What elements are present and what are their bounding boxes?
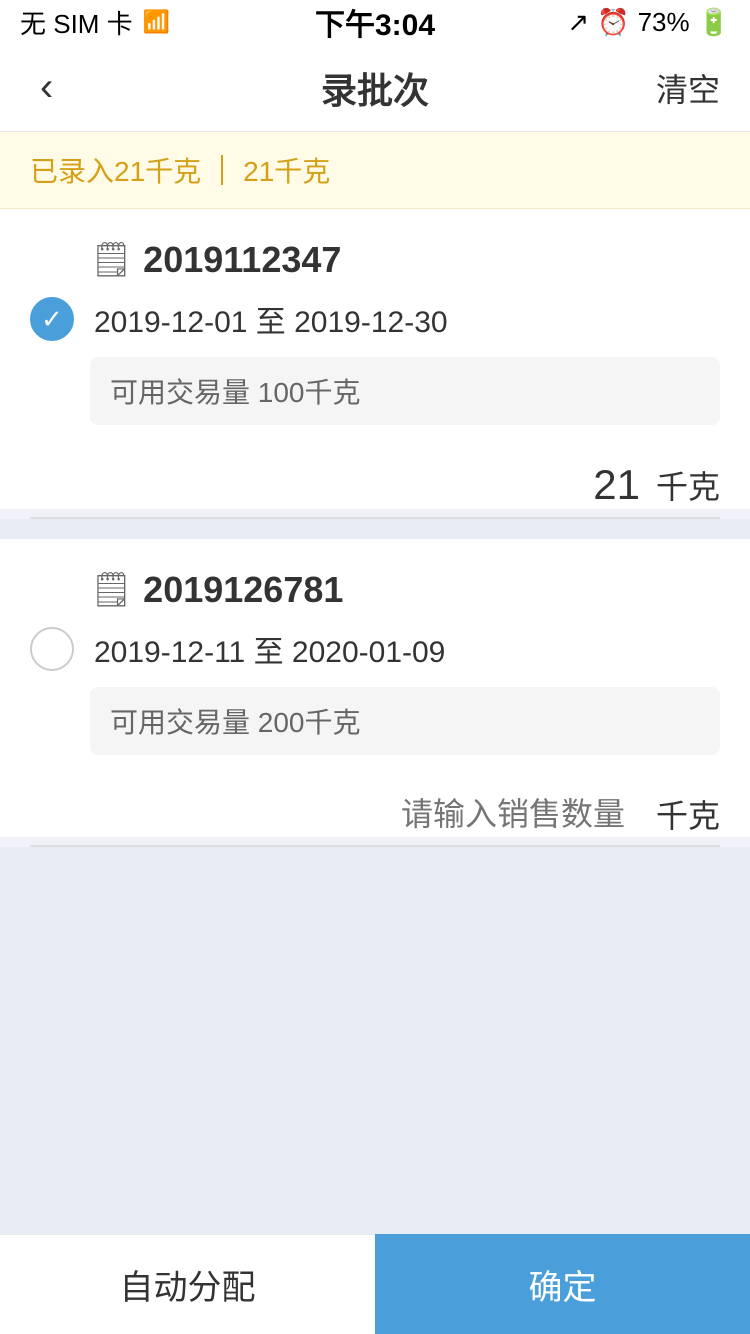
status-left: 无 SIM 卡 📶 [20,4,170,41]
batch1-icon: 🗒 [90,240,133,280]
status-right: ↗ ⏰ 73% 🔋 [567,7,730,38]
batch1-amount-value: 21 [593,461,640,509]
recorded-label: 已录入21千克 [30,150,201,190]
batch1-radio[interactable]: ✓ [30,297,74,341]
batch2-icon: 🗒 [90,570,133,610]
batch2-input-unit: 千克 [656,791,720,837]
nav-bar: ‹ 录批次 清空 [0,44,750,132]
batch2-row: 2019-12-11 至 2020-01-09 [30,627,720,671]
auto-distribute-button[interactable]: 自动分配 [0,1234,375,1334]
recorded-value: 21千克 [243,150,330,190]
batch-card-2: 🗒 2019126781 2019-12-11 至 2020-01-09 可用交… [0,539,750,775]
batch2-input-row: 千克 [0,775,750,837]
batch1-header: 🗒 2019112347 [30,239,720,281]
battery-icon: 🔋 [698,7,730,38]
info-banner: 已录入21千克 21千克 [0,132,750,209]
batch2-available: 可用交易量 200千克 [90,687,720,755]
bottom-bar: 自动分配 确定 [0,1234,750,1334]
banner-divider [221,155,223,185]
battery-text: 73% [638,7,690,38]
location-icon: ↗ [567,7,589,38]
batch2-date: 2019-12-11 至 2020-01-09 [94,627,445,671]
carrier-text: 无 SIM 卡 [20,4,133,41]
batch1-amount-unit: 千克 [656,462,720,508]
batch1-available: 可用交易量 100千克 [90,357,720,425]
batch2-radio[interactable] [30,627,74,671]
batch2-header: 🗒 2019126781 [30,569,720,611]
status-time: 下午3:04 [315,0,435,44]
alarm-icon: ⏰ [597,7,629,38]
batch1-amount-row: 21 千克 [0,445,750,509]
batch2-id: 2019126781 [143,569,343,611]
content-area: 🗒 2019112347 ✓ 2019-12-01 至 2019-12-30 可… [0,209,750,1311]
wifi-icon: 📶 [143,9,170,35]
back-button[interactable]: ‹ [30,55,63,120]
confirm-button[interactable]: 确定 [375,1234,750,1334]
clear-button[interactable]: 清空 [656,65,720,111]
section-divider [0,519,750,539]
page-title: 录批次 [321,62,429,114]
batch1-date: 2019-12-01 至 2019-12-30 [94,297,448,341]
batch1-row: ✓ 2019-12-01 至 2019-12-30 [30,297,720,341]
check-icon: ✓ [41,304,63,335]
batch1-id: 2019112347 [143,239,341,281]
batch-card-1: 🗒 2019112347 ✓ 2019-12-01 至 2019-12-30 可… [0,209,750,445]
batch2-quantity-input[interactable] [30,796,640,833]
status-bar: 无 SIM 卡 📶 下午3:04 ↗ ⏰ 73% 🔋 [0,0,750,44]
